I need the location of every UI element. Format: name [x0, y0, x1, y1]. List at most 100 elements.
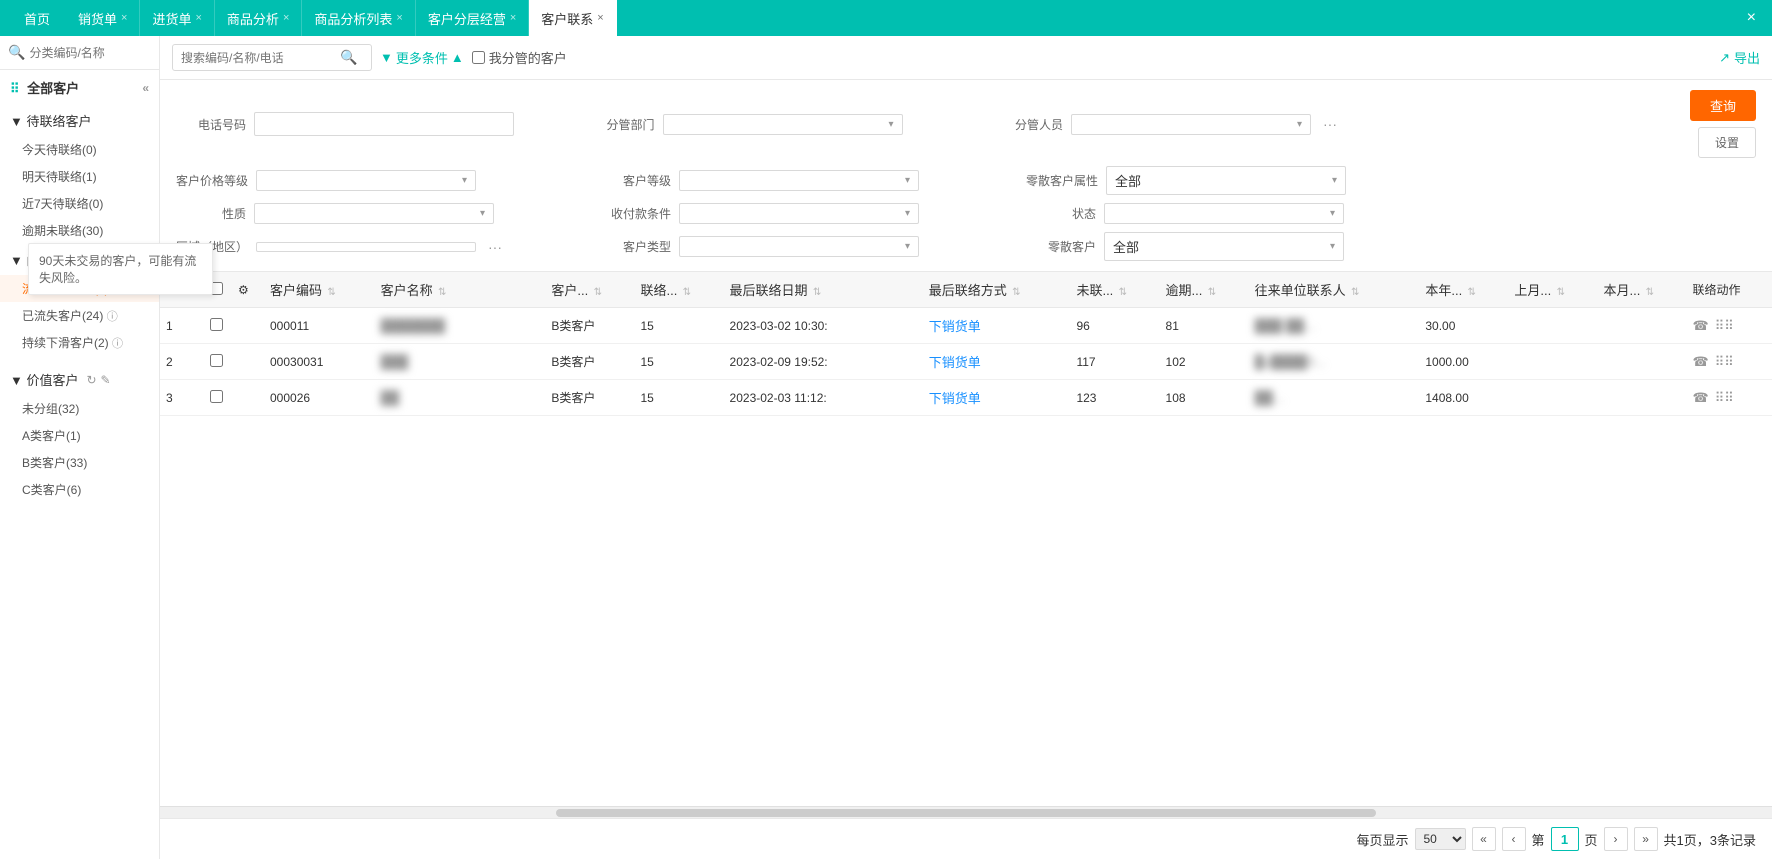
- per-page-select[interactable]: 50 100 200: [1415, 828, 1466, 850]
- sort-overdue-icon[interactable]: ⇅: [1208, 287, 1216, 298]
- sidebar-item-a-class[interactable]: A类客户(1): [0, 422, 159, 449]
- filter-price-grade-select[interactable]: ▾: [256, 170, 476, 191]
- cell-method-3[interactable]: 下销货单: [923, 380, 1071, 416]
- th-contact: 联络... ⇅: [634, 272, 723, 308]
- sidebar-item-churned[interactable]: 已流失客户(24) ⓘ: [0, 302, 159, 329]
- filter-status-select[interactable]: ▾: [1104, 203, 1344, 224]
- sidebar-item-today[interactable]: 今天待联络(0): [0, 136, 159, 163]
- my-customers-checkbox[interactable]: [472, 51, 485, 64]
- action-contact-1[interactable]: ☎: [1693, 318, 1709, 334]
- search-button[interactable]: 🔍: [340, 49, 357, 66]
- tab-analysis[interactable]: 商品分析 ×: [215, 0, 302, 36]
- filter-nature-select[interactable]: ▾: [254, 203, 494, 224]
- filter-person-select[interactable]: ▾: [1071, 114, 1311, 135]
- tab-analysis-list[interactable]: 商品分析列表 ×: [302, 0, 415, 36]
- cell-date-2: 2023-02-09 19:52:: [724, 344, 923, 380]
- tab-analysis-close[interactable]: ×: [283, 12, 289, 24]
- sidebar-collapse-btn[interactable]: «: [142, 81, 149, 95]
- horizontal-scrollbar[interactable]: [160, 806, 1772, 818]
- sort-unit-icon[interactable]: ⇅: [1351, 287, 1359, 298]
- filter-scattered-attr-select[interactable]: 全部 ▾: [1106, 166, 1346, 195]
- th-this-month: 本月... ⇅: [1597, 272, 1686, 308]
- sort-code-icon[interactable]: ⇅: [327, 287, 335, 298]
- tab-analysis-list-close[interactable]: ×: [396, 12, 402, 24]
- tab-customer-layer[interactable]: 客户分层经营 ×: [416, 0, 529, 36]
- action-more-1[interactable]: ⠿⠿: [1715, 318, 1734, 334]
- tab-customer-layer-close[interactable]: ×: [510, 12, 516, 24]
- sidebar-item-c-class[interactable]: C类客户(6): [0, 476, 159, 503]
- tab-home[interactable]: 首页: [8, 9, 66, 28]
- sidebar-item-ungrouped[interactable]: 未分组(32): [0, 395, 159, 422]
- search-input[interactable]: [181, 51, 336, 65]
- sidebar-item-7days[interactable]: 近7天待联络(0): [0, 190, 159, 217]
- tab-purchase[interactable]: 进货单 ×: [140, 0, 214, 36]
- sort-lastmonth-icon[interactable]: ⇅: [1557, 287, 1565, 298]
- cell-method-1[interactable]: 下销货单: [923, 308, 1071, 344]
- filter-region-select[interactable]: [256, 242, 476, 252]
- sort-year-icon[interactable]: ⇅: [1468, 287, 1476, 298]
- sort-date-icon[interactable]: ⇅: [813, 287, 821, 298]
- cell-check-1[interactable]: [200, 308, 232, 344]
- settings-button[interactable]: 设置: [1698, 127, 1756, 158]
- sort-contact-icon[interactable]: ⇅: [683, 287, 691, 298]
- export-button[interactable]: ↗ 导出: [1719, 48, 1760, 67]
- row-2-checkbox[interactable]: [210, 354, 223, 367]
- action-contact-3[interactable]: ☎: [1693, 390, 1709, 406]
- sort-type-icon[interactable]: ⇅: [594, 287, 602, 298]
- close-all-button[interactable]: ×: [1739, 9, 1764, 27]
- sidebar-value-refresh[interactable]: ↻: [86, 373, 96, 387]
- action-more-3[interactable]: ⠿⠿: [1715, 390, 1734, 406]
- row-3-checkbox[interactable]: [210, 390, 223, 403]
- current-page-display: 1: [1551, 827, 1579, 851]
- tab-sales-close[interactable]: ×: [121, 12, 127, 24]
- tab-bar: 首页 销货单 × 进货单 × 商品分析 × 商品分析列表 × 客户分层经营 × …: [0, 0, 1772, 36]
- sort-method-icon[interactable]: ⇅: [1012, 287, 1020, 298]
- sidebar-group-value[interactable]: ▼ 价值客户 ↻ ✎: [0, 364, 159, 395]
- sidebar-item-b-class[interactable]: B类客户(33): [0, 449, 159, 476]
- tab-customer-contact-close[interactable]: ×: [597, 12, 603, 24]
- filter-cust-type-select[interactable]: ▾: [679, 236, 919, 257]
- cell-check-3[interactable]: [200, 380, 232, 416]
- cell-month-1: [1597, 308, 1686, 344]
- th-settings[interactable]: ⚙: [232, 272, 264, 308]
- filter-region-dots[interactable]: ···: [488, 239, 502, 255]
- sidebar-value-edit[interactable]: ✎: [101, 373, 111, 387]
- sort-name-icon[interactable]: ⇅: [438, 287, 446, 298]
- sidebar-item-overdue[interactable]: 逾期未联络(30): [0, 217, 159, 244]
- sidebar-item-declining[interactable]: 持续下滑客户(2) ⓘ: [0, 329, 159, 356]
- cell-method-2[interactable]: 下销货单: [923, 344, 1071, 380]
- cell-action-3: ☎ ⠿⠿: [1687, 380, 1772, 416]
- cell-index-3: 3: [160, 380, 200, 416]
- query-button[interactable]: 查询: [1690, 90, 1756, 121]
- last-page-btn[interactable]: »: [1634, 827, 1658, 851]
- sidebar-item-tomorrow[interactable]: 明天待联络(1): [0, 163, 159, 190]
- first-page-btn[interactable]: «: [1472, 827, 1496, 851]
- scrollbar-thumb[interactable]: [556, 809, 1376, 817]
- my-customers-toggle[interactable]: 我分管的客户: [472, 48, 567, 67]
- pagination-bar: 每页显示 50 100 200 « ‹ 第 1 页 › » 共1页，3条记录: [160, 818, 1772, 859]
- row-1-checkbox[interactable]: [210, 318, 223, 331]
- filter-payment-select[interactable]: ▾: [679, 203, 919, 224]
- content-area: 🔍 ▼ 更多条件 ▲ 我分管的客户 ↗ 导出 电话号码: [160, 36, 1772, 859]
- sort-nocontact-icon[interactable]: ⇅: [1119, 287, 1127, 298]
- prev-page-btn[interactable]: ‹: [1502, 827, 1526, 851]
- tab-purchase-close[interactable]: ×: [195, 12, 201, 24]
- cell-code-2: 00030031: [264, 344, 375, 380]
- sidebar-group-pending[interactable]: ▼ 待联络客户: [0, 105, 159, 136]
- chevron-down-icon-6: ▾: [480, 208, 485, 219]
- filter-scattered-select[interactable]: 全部 ▾: [1104, 232, 1344, 261]
- tab-customer-contact[interactable]: 客户联系 ×: [529, 0, 616, 36]
- action-contact-2[interactable]: ☎: [1693, 354, 1709, 370]
- filter-phone-input[interactable]: [254, 112, 514, 136]
- more-conditions-btn[interactable]: ▼ 更多条件 ▲: [380, 48, 464, 67]
- filter-person-dots[interactable]: ···: [1323, 116, 1337, 132]
- cell-check-2[interactable]: [200, 344, 232, 380]
- sidebar-root[interactable]: ⠿ 全部客户 «: [0, 70, 159, 105]
- filter-cust-grade-select[interactable]: ▾: [679, 170, 919, 191]
- next-page-btn[interactable]: ›: [1604, 827, 1628, 851]
- tab-sales[interactable]: 销货单 ×: [66, 0, 140, 36]
- sort-month-icon[interactable]: ⇅: [1646, 287, 1654, 298]
- action-more-2[interactable]: ⠿⠿: [1715, 354, 1734, 370]
- filter-dept-select[interactable]: ▾: [663, 114, 903, 135]
- sidebar-search-input[interactable]: [29, 46, 160, 60]
